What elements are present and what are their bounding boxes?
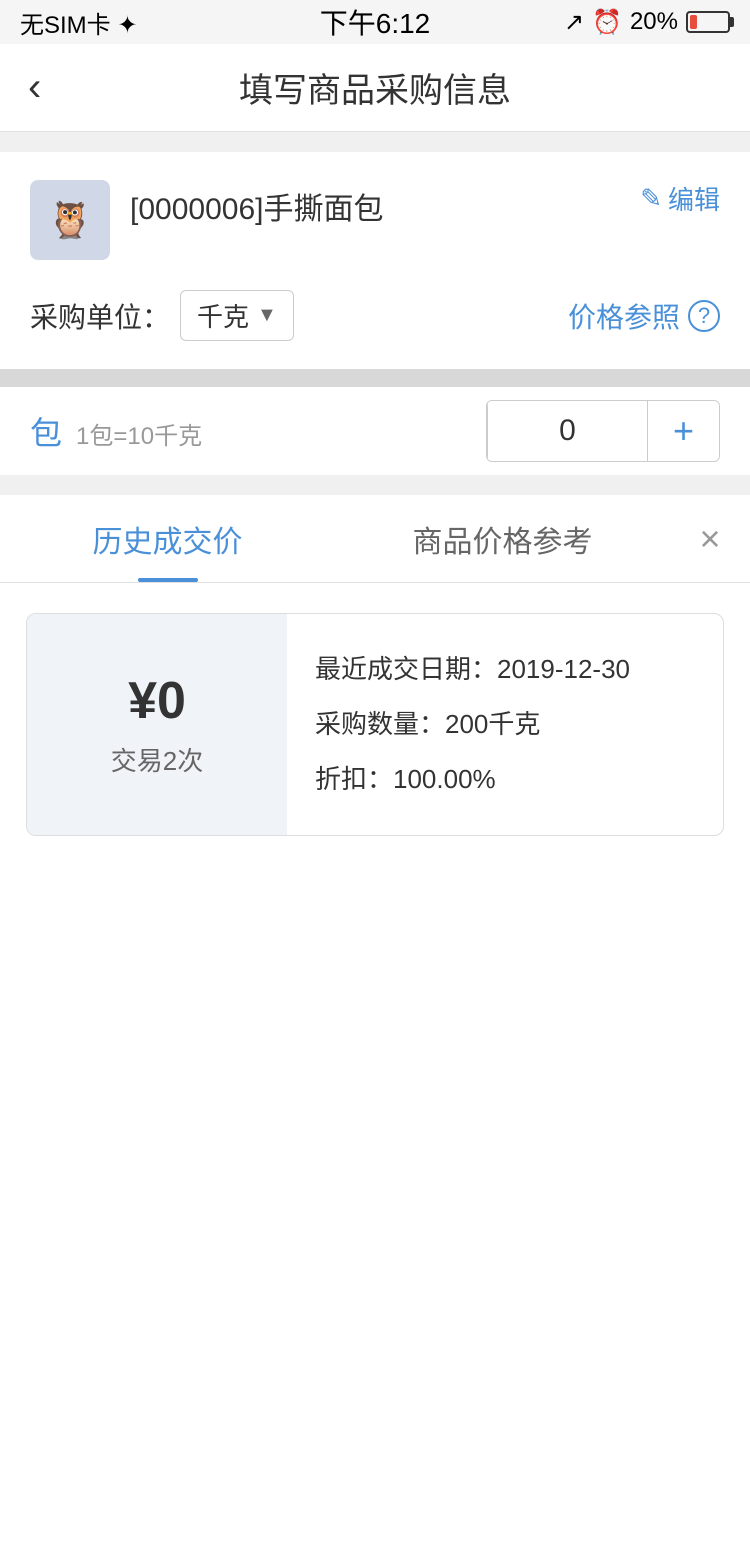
history-card-left: ¥0 交易2次 xyxy=(27,614,287,835)
quantity-unit-equiv: 1包=10千克 xyxy=(76,416,202,451)
tab-product-price-ref-label: 商品价格参考 xyxy=(413,517,593,561)
quantity-label-group: 包 1包=10千克 xyxy=(30,408,202,454)
price-ref-button[interactable]: 价格参照 ? xyxy=(568,296,720,336)
tab-product-price-ref[interactable]: 商品价格参考 xyxy=(335,495,670,582)
history-price-card: ¥0 交易2次 最近成交日期：2019-12-30 采购数量：200千克 折扣：… xyxy=(26,613,724,836)
alarm-icon: ⏰ xyxy=(592,8,622,37)
product-logo-icon: 🦉 xyxy=(48,199,93,241)
quantity-plus-button[interactable]: + xyxy=(647,401,719,461)
discount-label: 折扣： xyxy=(315,764,393,794)
tab-active-indicator xyxy=(138,578,198,582)
location-icon: ↗ xyxy=(564,8,584,37)
tab-history-price[interactable]: 历史成交价 xyxy=(0,495,335,582)
status-left: 无SIM卡 ✦ xyxy=(20,5,137,40)
history-card-right: 最近成交日期：2019-12-30 采购数量：200千克 折扣：100.00% xyxy=(287,614,723,835)
page-title: 填写商品采购信息 xyxy=(239,63,511,112)
status-bar: 无SIM卡 ✦ 下午6:12 ↗ ⏰ 20% xyxy=(0,0,750,44)
nav-bar: ‹ 填写商品采购信息 xyxy=(0,44,750,132)
price-ref-help-icon: ? xyxy=(688,300,720,332)
recent-date-label: 最近成交日期： xyxy=(315,654,497,684)
history-purchase-qty: 采购数量：200千克 xyxy=(315,705,695,744)
status-time: 下午6:12 xyxy=(320,2,431,42)
product-name: [0000006]手撕面包 xyxy=(130,184,383,228)
recent-date-value: 2019-12-30 xyxy=(497,654,630,684)
section-divider xyxy=(0,369,750,387)
tabs-section: 历史成交价 商品价格参考 × ¥0 交易2次 最近成交日期：2019-12-30… xyxy=(0,495,750,1566)
purchase-unit-row: 采购单位： 千克 ▼ 价格参照 ? xyxy=(30,290,720,341)
carrier-text: 无SIM卡 ✦ xyxy=(20,5,137,40)
purchase-qty-value: 200千克 xyxy=(445,709,540,739)
status-right: ↗ ⏰ 20% xyxy=(564,8,730,37)
unit-select-button[interactable]: 千克 ▼ xyxy=(180,290,294,341)
discount-value: 100.00% xyxy=(393,764,496,794)
quantity-control: + xyxy=(486,400,720,462)
product-left: 🦉 [0000006]手撕面包 xyxy=(30,180,383,260)
chevron-down-icon: ▼ xyxy=(257,304,277,327)
edit-label: 编辑 xyxy=(668,180,720,217)
history-trade-count: 交易2次 xyxy=(111,741,203,778)
history-price-value: ¥0 xyxy=(128,671,186,731)
quantity-unit-badge: 包 xyxy=(30,408,62,454)
history-discount: 折扣：100.00% xyxy=(315,760,695,799)
battery-indicator xyxy=(686,11,730,33)
price-ref-label: 价格参照 xyxy=(568,296,680,336)
edit-icon: ✎ xyxy=(640,183,662,214)
purchase-qty-label: 采购数量： xyxy=(315,709,445,739)
history-recent-date: 最近成交日期：2019-12-30 xyxy=(315,650,695,689)
battery-percent: 20% xyxy=(630,8,678,36)
purchase-unit-label: 采购单位： xyxy=(30,296,170,336)
back-button[interactable]: ‹ xyxy=(28,65,41,110)
unit-value: 千克 xyxy=(197,297,249,334)
main-content-area xyxy=(0,866,750,1566)
product-section: 🦉 [0000006]手撕面包 ✎ 编辑 采购单位： 千克 ▼ 价格参照 ? xyxy=(0,152,750,369)
tab-close-button[interactable]: × xyxy=(670,495,750,583)
tabs-header: 历史成交价 商品价格参考 × xyxy=(0,495,750,583)
product-thumbnail: 🦉 xyxy=(30,180,110,260)
quantity-row: 包 1包=10千克 + xyxy=(0,387,750,475)
edit-button[interactable]: ✎ 编辑 xyxy=(640,180,720,217)
quantity-input[interactable] xyxy=(487,401,647,461)
tab-history-price-label: 历史成交价 xyxy=(93,517,243,561)
